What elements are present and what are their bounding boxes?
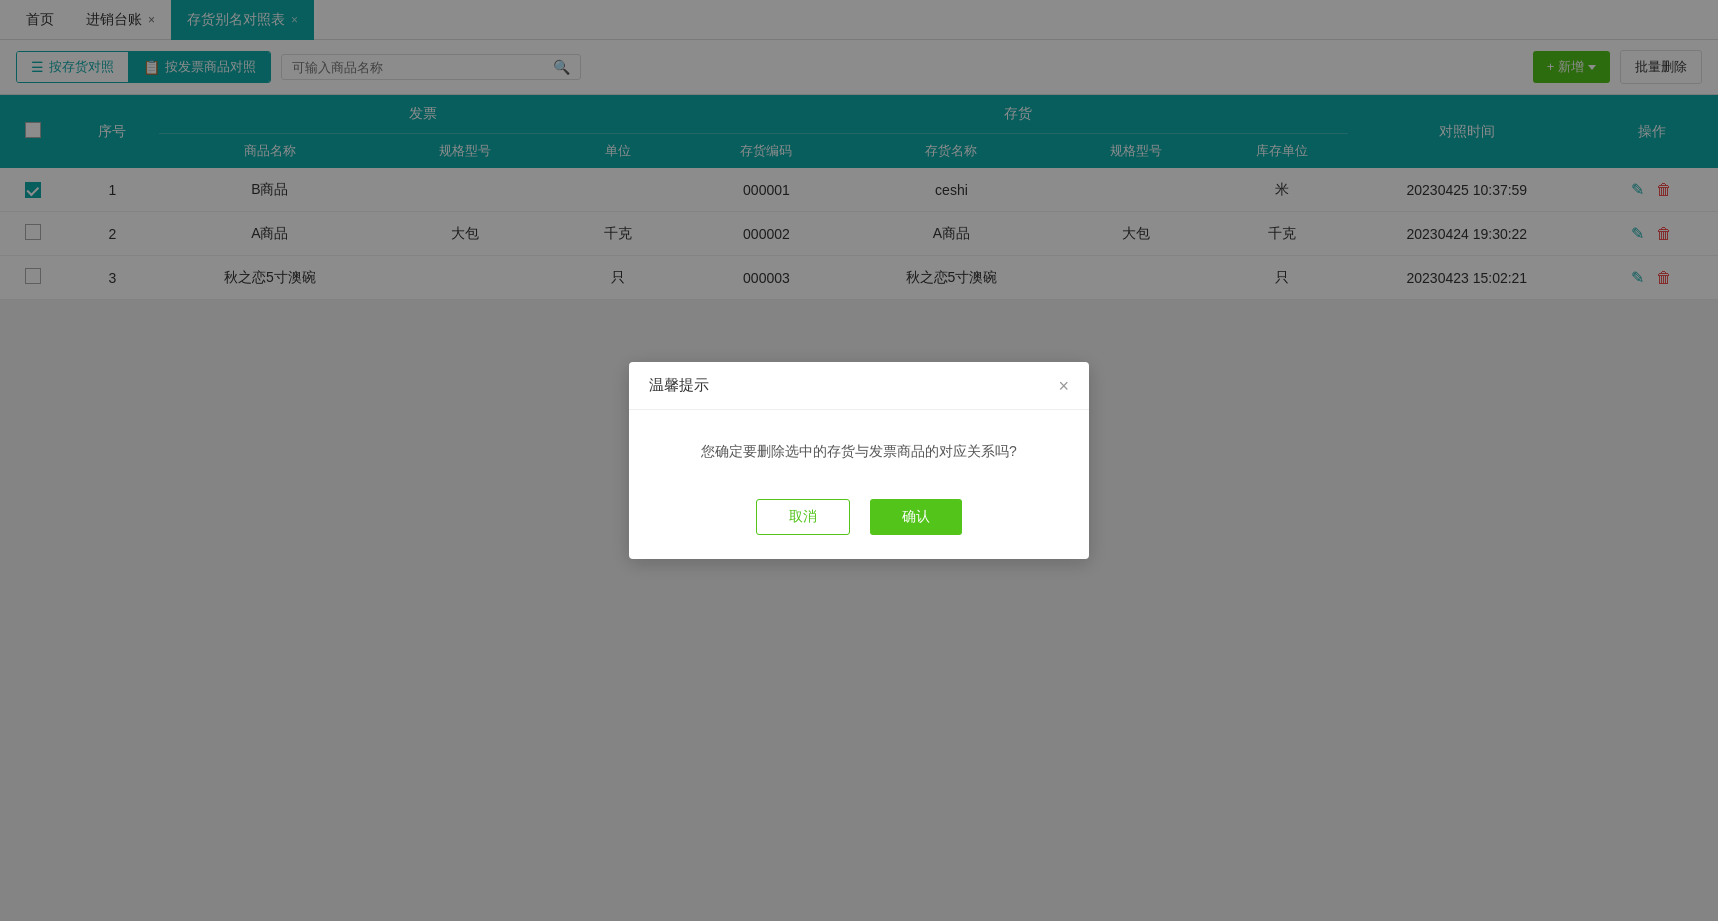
modal-overlay: 温馨提示 × 您确定要删除选中的存货与发票商品的对应关系吗? 取消 确认 — [0, 0, 1718, 300]
